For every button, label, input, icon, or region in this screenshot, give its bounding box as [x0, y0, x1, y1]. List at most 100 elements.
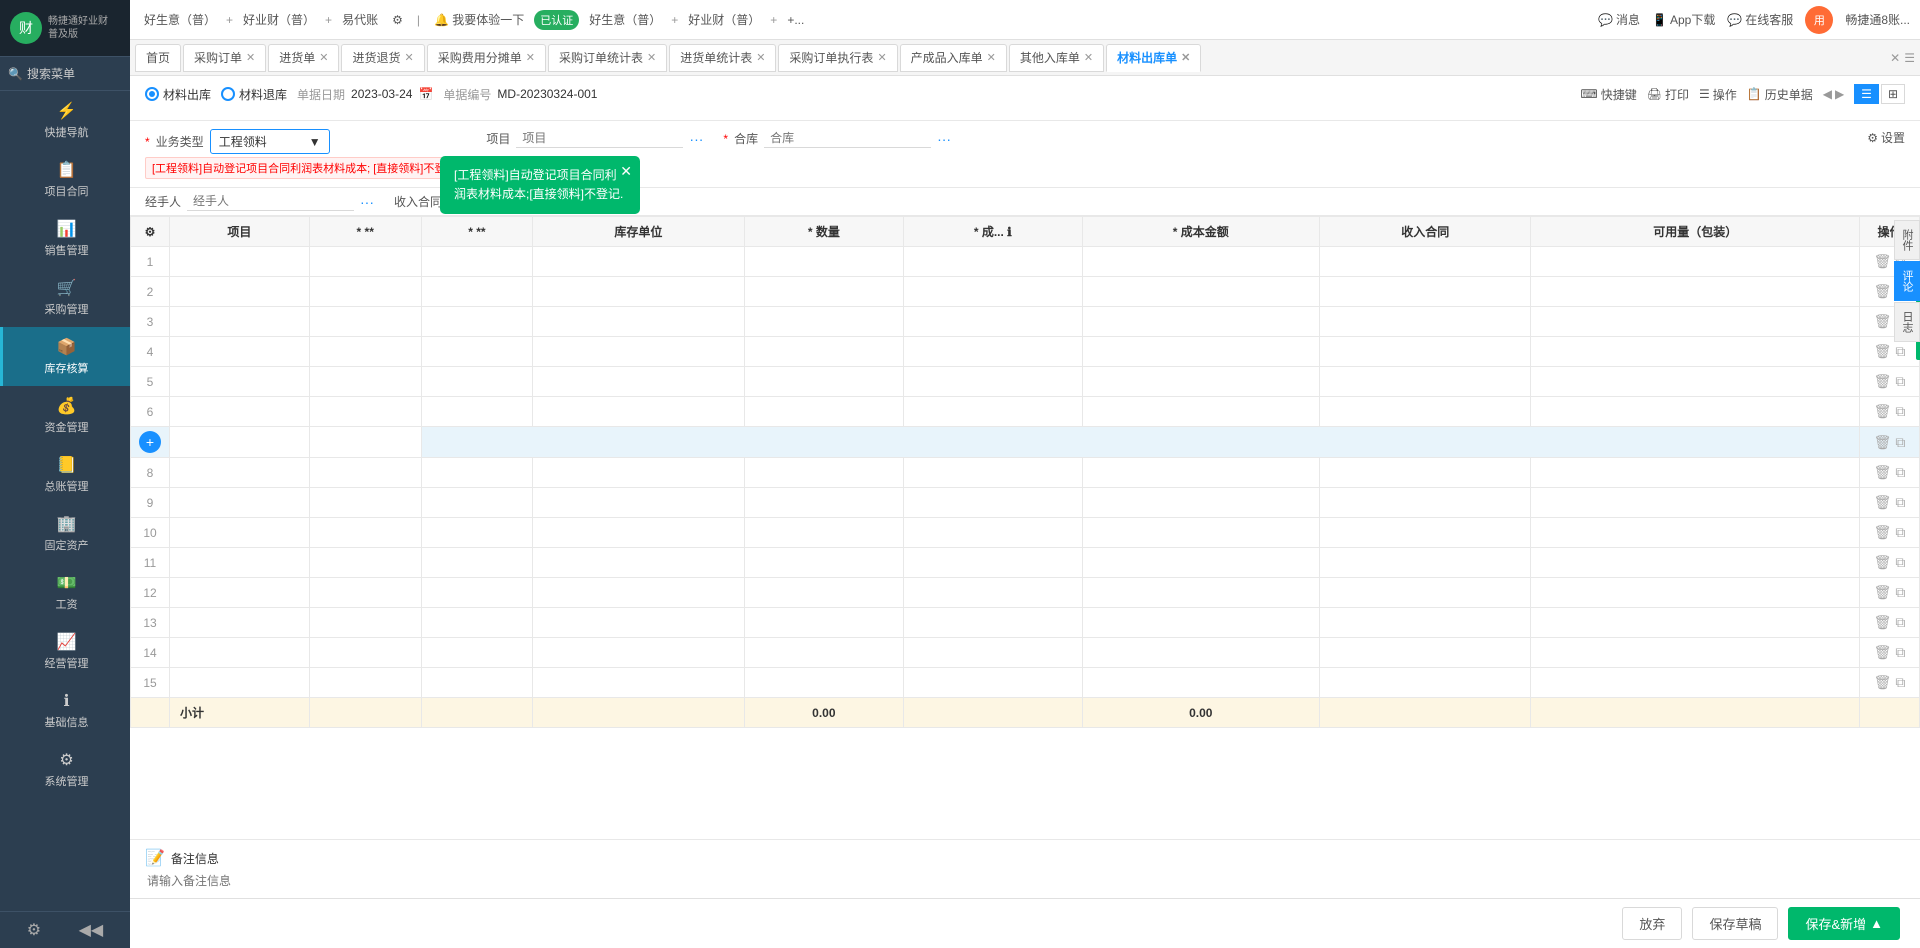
delete-row-icon[interactable]: 🗑: [1874, 644, 1892, 661]
delete-row-icon[interactable]: 🗑: [1874, 313, 1892, 330]
online-service-btn[interactable]: 💬 在线客服: [1727, 11, 1793, 28]
delete-row-icon[interactable]: 🗑: [1874, 283, 1892, 300]
history-btn[interactable]: 📋 历史单据: [1747, 86, 1813, 103]
topbar-menu-settings[interactable]: ⚙: [388, 11, 407, 29]
sidebar-item-assets[interactable]: 🏢 固定资产: [0, 504, 130, 563]
topbar-menu-ydz[interactable]: 易代账: [338, 9, 382, 30]
delete-row-icon[interactable]: 🗑: [1874, 403, 1892, 420]
topbar-menu-hyc[interactable]: 好业财（普）: [239, 9, 319, 30]
sidebar-item-operations[interactable]: 📈 经营管理: [0, 622, 130, 681]
copy-row-icon[interactable]: ⧉: [1895, 584, 1905, 601]
delete-row-icon[interactable]: 🗑: [1874, 524, 1892, 541]
tab-close-all[interactable]: ✕: [1890, 51, 1900, 65]
tab-other-inbound[interactable]: 其他入库单 ✕: [1009, 44, 1104, 72]
tab-close-other-inbound[interactable]: ✕: [1084, 51, 1093, 64]
tab-incoming-return[interactable]: 进货退货 ✕: [341, 44, 424, 72]
copy-row-icon[interactable]: ⧉: [1895, 373, 1905, 390]
tab-close-purchase-expense[interactable]: ✕: [526, 51, 535, 64]
sidebar-item-inventory[interactable]: 📦 库存核算: [0, 327, 130, 386]
tab-purchase-exec[interactable]: 采购订单执行表 ✕: [778, 44, 897, 72]
copy-row-icon[interactable]: ⧉: [1895, 343, 1905, 360]
tab-material-outbound[interactable]: 材料出库单 ✕: [1106, 44, 1201, 72]
copy-row-icon[interactable]: ⧉: [1895, 674, 1905, 691]
tab-purchase-stats[interactable]: 采购订单统计表 ✕: [548, 44, 667, 72]
handler-dots[interactable]: ···: [360, 194, 374, 210]
add-row-button[interactable]: +: [139, 431, 161, 453]
sidebar-item-sales[interactable]: 📊 销售管理: [0, 209, 130, 268]
right-tab-attachment[interactable]: 附件: [1894, 220, 1920, 260]
tab-home[interactable]: 首页: [135, 44, 181, 72]
shortcuts-btn[interactable]: ⌨ 快捷键: [1580, 86, 1636, 103]
delete-row-icon[interactable]: 🗑: [1874, 614, 1892, 631]
grid-view-btn[interactable]: ⊞: [1881, 84, 1905, 104]
tab-close-purchase-exec[interactable]: ✕: [877, 51, 886, 64]
topbar-hyc2[interactable]: 好业财（普）: [684, 9, 764, 30]
project-input[interactable]: [516, 129, 683, 148]
topbar-more[interactable]: +...: [783, 11, 808, 29]
tab-close-incoming-stats[interactable]: ✕: [756, 51, 765, 64]
handler-input[interactable]: [187, 192, 354, 211]
tab-product-inbound[interactable]: 产成品入库单 ✕: [900, 44, 1007, 72]
save-draft-button[interactable]: 保存草稿: [1692, 907, 1778, 940]
copy-row-icon[interactable]: ⧉: [1895, 644, 1905, 661]
copy-row-icon[interactable]: ⧉: [1895, 403, 1905, 420]
sidebar-item-system[interactable]: ⚙ 系统管理: [0, 740, 130, 799]
sidebar-item-purchase[interactable]: 🛒 采购管理: [0, 268, 130, 327]
copy-row-icon[interactable]: ⧉: [1895, 494, 1905, 511]
operation-btn[interactable]: ☰ 操作: [1699, 86, 1737, 103]
save-new-button[interactable]: 保存&新增 ▲: [1788, 907, 1900, 940]
warehouse-dots[interactable]: ···: [937, 131, 951, 147]
app-download-btn[interactable]: 📱 App下载: [1652, 11, 1715, 28]
tab-close-purchase-order[interactable]: ✕: [246, 51, 255, 64]
sidebar-item-ledger[interactable]: 📒 总账管理: [0, 445, 130, 504]
copy-row-icon[interactable]: ⧉: [1895, 614, 1905, 631]
delete-row-icon[interactable]: 🗑: [1874, 253, 1892, 270]
radio-material-out[interactable]: 材料出库: [145, 86, 211, 103]
right-tab-comment[interactable]: 评论: [1894, 261, 1920, 301]
delete-row-icon[interactable]: 🗑: [1874, 584, 1892, 601]
prev-arrow[interactable]: ◀: [1823, 87, 1832, 101]
settings-btn[interactable]: ⚙ 设置: [1867, 129, 1905, 146]
discard-button[interactable]: 放弃: [1622, 907, 1682, 940]
copy-row-icon[interactable]: ⧉: [1895, 554, 1905, 571]
sidebar-search[interactable]: 🔍 搜索菜单: [0, 57, 130, 91]
project-dots[interactable]: ···: [689, 131, 703, 147]
delete-row-icon[interactable]: 🗑: [1874, 464, 1892, 481]
topbar-hsy2[interactable]: 好生意（普）: [585, 9, 665, 30]
copy-row-icon[interactable]: ⧉: [1895, 524, 1905, 541]
message-btn[interactable]: 💬 消息: [1598, 11, 1640, 28]
sidebar-item-basicinfo[interactable]: ℹ 基础信息: [0, 681, 130, 740]
list-view-btn[interactable]: ☰: [1854, 84, 1879, 104]
tab-close-purchase-stats[interactable]: ✕: [647, 51, 656, 64]
user-name[interactable]: 畅捷通8账...: [1845, 11, 1910, 28]
tooltip-close[interactable]: ✕: [620, 160, 632, 182]
delete-row-icon[interactable]: 🗑: [1874, 373, 1892, 390]
calendar-icon[interactable]: 📅: [418, 87, 433, 101]
print-btn[interactable]: 🖨 打印: [1647, 86, 1689, 103]
tab-incoming-stats[interactable]: 进货单统计表 ✕: [669, 44, 776, 72]
copy-row-icon[interactable]: ⧉: [1895, 434, 1905, 451]
sidebar-item-shortcuts[interactable]: ⚡ 快捷导航: [0, 91, 130, 150]
next-arrow[interactable]: ▶: [1835, 87, 1844, 101]
delete-row-icon[interactable]: 🗑: [1874, 343, 1892, 360]
tab-purchase-expense[interactable]: 采购费用分摊单 ✕: [427, 44, 546, 72]
delete-row-icon[interactable]: 🗑: [1874, 494, 1892, 511]
delete-row-icon[interactable]: 🗑: [1874, 554, 1892, 571]
settings-bottom-icon[interactable]: ⚙: [27, 920, 41, 940]
tab-close-material-outbound[interactable]: ✕: [1181, 51, 1190, 64]
copy-row-icon[interactable]: ⧉: [1895, 464, 1905, 481]
radio-material-return[interactable]: 材料退库: [221, 86, 287, 103]
tab-menu[interactable]: ☰: [1904, 51, 1915, 65]
delete-row-icon[interactable]: 🗑: [1874, 434, 1892, 451]
right-tab-log[interactable]: 日志: [1894, 302, 1920, 342]
topbar-try[interactable]: 🔔 我要体验一下: [430, 9, 528, 30]
tab-close-incoming[interactable]: ✕: [319, 51, 328, 64]
collapse-icon[interactable]: ◀◀: [79, 920, 104, 940]
user-avatar[interactable]: 用: [1805, 6, 1833, 34]
sidebar-item-finance[interactable]: 💰 资金管理: [0, 386, 130, 445]
business-type-select[interactable]: 工程领料 ▼: [210, 129, 330, 154]
topbar-menu-hsy[interactable]: 好生意（普）: [140, 9, 220, 30]
tab-purchase-order[interactable]: 采购订单 ✕: [183, 44, 266, 72]
notes-input[interactable]: [145, 872, 1905, 890]
tab-incoming[interactable]: 进货单 ✕: [268, 44, 339, 72]
